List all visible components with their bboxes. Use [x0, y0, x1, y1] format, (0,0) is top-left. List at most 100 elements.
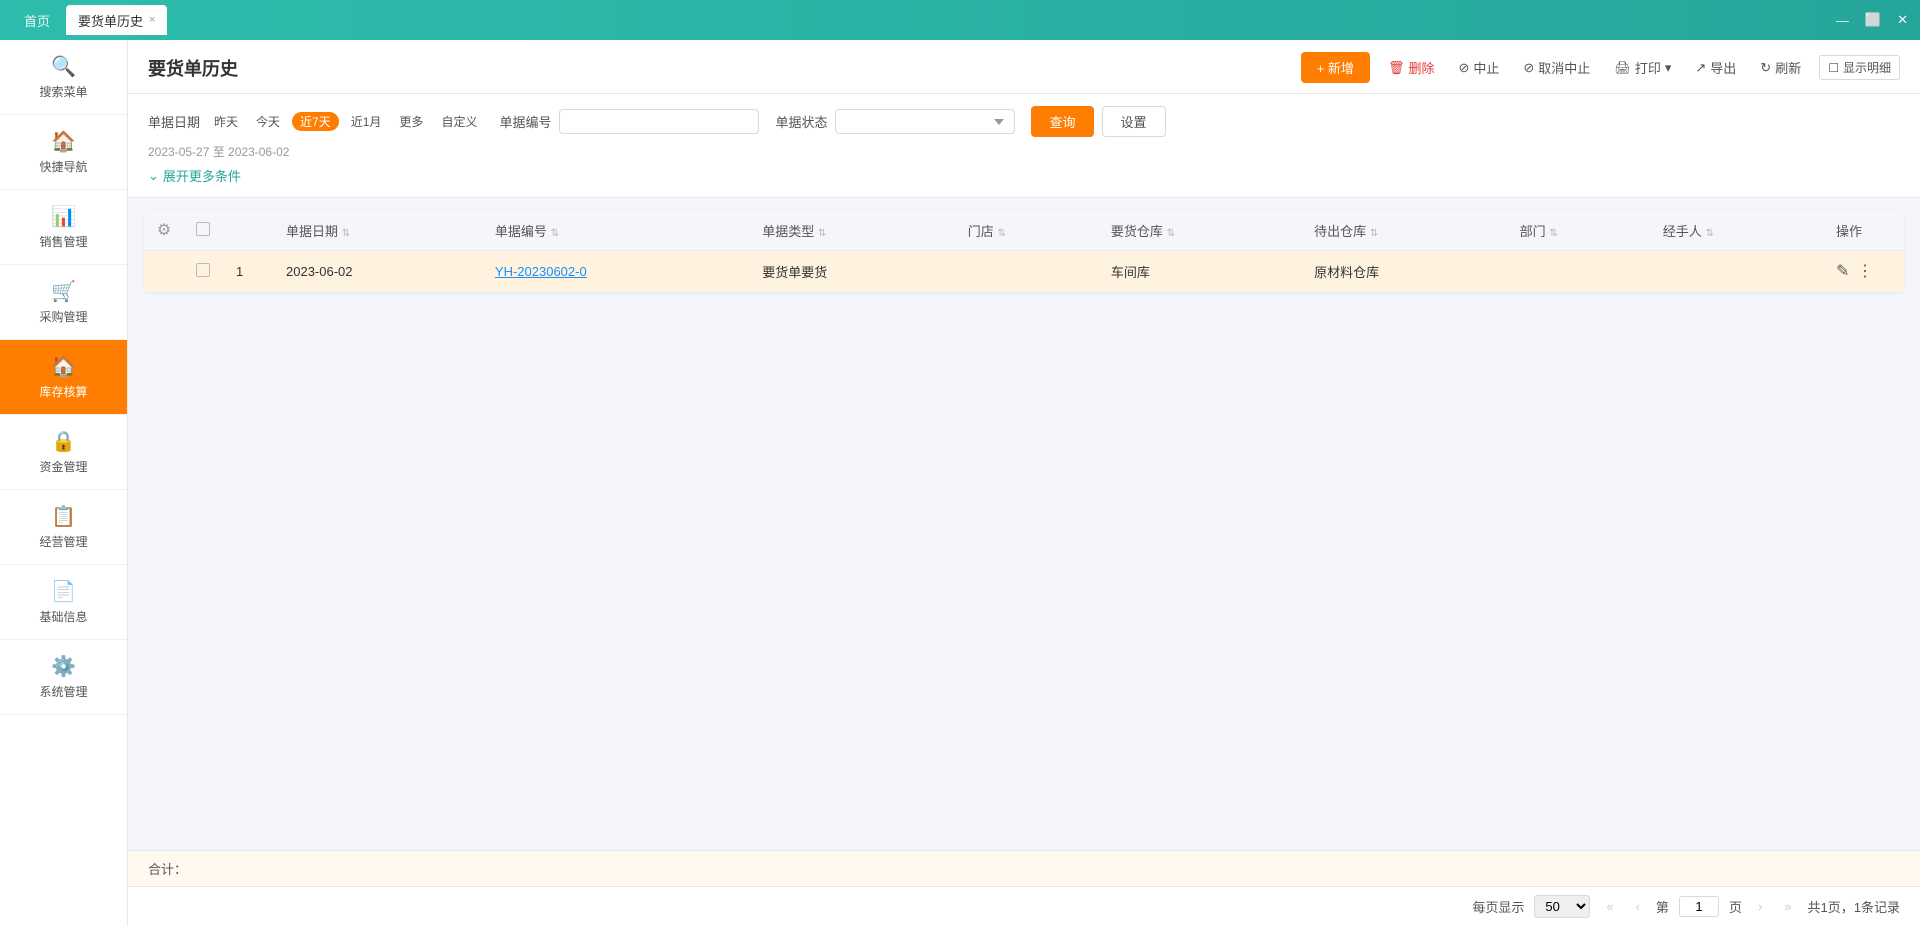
search-icon: 🔍: [51, 54, 76, 79]
th-handler[interactable]: 经手人 ⇅: [1651, 210, 1824, 251]
per-page-select[interactable]: 50 10 20 100: [1534, 895, 1590, 918]
sidebar-label-search: 搜索菜单: [39, 83, 87, 100]
th-num: [224, 210, 274, 251]
table-row: 1 2023-06-02 YH-20230602-0 要货单要货 车间库 原材料…: [144, 251, 1904, 292]
display-detail-label: 显示明细: [1843, 59, 1891, 76]
export-label: 导出: [1710, 58, 1736, 77]
sidebar-item-operations[interactable]: 📋 经营管理: [0, 490, 127, 565]
sort-store-icon: ⇅: [997, 228, 1005, 239]
cancel-stop-icon: ⊘: [1523, 60, 1534, 76]
print-button[interactable]: 🖨 打印 ▾: [1608, 54, 1677, 81]
bill-no-link[interactable]: YH-20230602-0: [495, 264, 587, 279]
query-button[interactable]: 查询: [1031, 106, 1093, 137]
table-container: ⚙ 单据日期 ⇅ 单据编号 ⇅: [128, 198, 1920, 850]
cell-bill-type: 要货单要货: [750, 251, 955, 292]
sidebar-item-system[interactable]: ⚙️ 系统管理: [0, 640, 127, 715]
new-button[interactable]: + 新增: [1301, 52, 1370, 83]
row-checkbox[interactable]: [196, 263, 210, 277]
page-input[interactable]: [1679, 896, 1719, 917]
sidebar-label-purchase: 采购管理: [39, 308, 87, 325]
footer-bar: 合计：: [128, 850, 1920, 886]
th-store[interactable]: 门店 ⇅: [956, 210, 1099, 251]
sidebar-item-sales[interactable]: 📊 销售管理: [0, 190, 127, 265]
th-date[interactable]: 单据日期 ⇅: [274, 210, 483, 251]
restore-btn[interactable]: ⬜: [1865, 12, 1881, 28]
bill-status-select[interactable]: [835, 109, 1015, 134]
finance-icon: 🔒: [51, 429, 76, 454]
window-controls: — ⬜ ✕: [1836, 12, 1908, 28]
date-filter-group: 单据日期 昨天 今天 近7天 近1月 更多 自定义: [148, 112, 483, 131]
more-op-btn[interactable]: ⋮: [1857, 263, 1873, 280]
sidebar-item-shortcut[interactable]: 🏠 快捷导航: [0, 115, 127, 190]
last-page-btn[interactable]: »: [1778, 897, 1797, 916]
cell-store: [956, 251, 1099, 292]
sidebar-item-finance[interactable]: 🔒 资金管理: [0, 415, 127, 490]
select-all-checkbox[interactable]: [196, 222, 210, 236]
sidebar-label-shortcut: 快捷导航: [39, 158, 87, 175]
sidebar-item-purchase[interactable]: 🛒 采购管理: [0, 265, 127, 340]
system-icon: ⚙️: [51, 654, 76, 679]
bill-date-label: 单据日期: [148, 112, 200, 131]
stop-button[interactable]: ⊘ 中止: [1452, 54, 1505, 81]
setting-button[interactable]: 设置: [1102, 106, 1166, 137]
sort-req-wh-icon: ⇅: [1167, 228, 1175, 239]
content-area: 要货单历史 + 新增 🗑 删除 ⊘ 中止 ⊘ 取消中止: [128, 40, 1920, 926]
date-btn-yesterday[interactable]: 昨天: [208, 112, 244, 131]
sort-handler-icon: ⇅: [1705, 228, 1713, 239]
sidebar-item-inventory[interactable]: 🏠 库存核算: [0, 340, 127, 415]
sidebar-label-sales: 销售管理: [39, 233, 87, 250]
next-page-btn[interactable]: ›: [1752, 897, 1768, 916]
th-bill-no[interactable]: 单据编号 ⇅: [483, 210, 750, 251]
th-bill-type[interactable]: 单据类型 ⇅: [750, 210, 955, 251]
first-page-btn[interactable]: «: [1600, 897, 1619, 916]
delete-button[interactable]: 🗑 删除: [1382, 54, 1441, 81]
tab-home[interactable]: 首页: [12, 5, 62, 35]
print-label: 打印: [1635, 58, 1661, 77]
date-btn-1month[interactable]: 近1月: [345, 112, 388, 131]
date-btn-today[interactable]: 今天: [250, 112, 286, 131]
stop-icon: ⊘: [1458, 60, 1469, 76]
table-header-row: ⚙ 单据日期 ⇅ 单据编号 ⇅: [144, 210, 1904, 251]
bill-no-input[interactable]: [559, 109, 759, 134]
action-buttons: 查询 设置: [1031, 106, 1165, 137]
edit-op-btn[interactable]: ✎: [1836, 263, 1849, 280]
date-btn-custom[interactable]: 自定义: [435, 112, 483, 131]
close-tab-icon[interactable]: ×: [149, 14, 155, 26]
th-settings[interactable]: ⚙: [144, 210, 184, 251]
close-btn[interactable]: ✕: [1897, 12, 1908, 28]
sales-icon: 📊: [51, 204, 76, 229]
refresh-label: 刷新: [1775, 58, 1801, 77]
print-chevron-icon: ▾: [1665, 60, 1672, 76]
tab-history[interactable]: 要货单历史 ×: [66, 5, 167, 35]
th-checkbox[interactable]: [184, 210, 224, 251]
delete-icon: 🗑: [1388, 60, 1405, 76]
date-btn-7days[interactable]: 近7天: [292, 112, 339, 131]
display-detail-button[interactable]: ☐ 显示明细: [1819, 55, 1900, 80]
page-suffix: 页: [1729, 897, 1742, 916]
sidebar-label-operations: 经营管理: [39, 533, 87, 550]
th-department[interactable]: 部门 ⇅: [1508, 210, 1651, 251]
export-button[interactable]: ↗ 导出: [1689, 54, 1742, 81]
top-bar: 首页 要货单历史 × — ⬜ ✕: [0, 0, 1920, 40]
date-btn-more[interactable]: 更多: [393, 112, 429, 131]
bill-no-filter-group: 单据编号: [499, 109, 759, 134]
gear-settings-icon[interactable]: ⚙: [156, 220, 172, 240]
expand-more-btn[interactable]: ⌄ 展开更多条件: [148, 166, 1900, 185]
filter-bar: 单据日期 昨天 今天 近7天 近1月 更多 自定义 单据编号 单据状态: [128, 94, 1920, 198]
th-pending-warehouse[interactable]: 待出仓库 ⇅: [1302, 210, 1507, 251]
filter-row-1: 单据日期 昨天 今天 近7天 近1月 更多 自定义 单据编号 单据状态: [148, 106, 1900, 137]
sidebar-item-search[interactable]: 🔍 搜索菜单: [0, 40, 127, 115]
sidebar-item-basic[interactable]: 📄 基础信息: [0, 565, 127, 640]
cancel-stop-button[interactable]: ⊘ 取消中止: [1517, 54, 1596, 81]
display-detail-checkbox: ☐: [1828, 61, 1839, 75]
refresh-button[interactable]: ↻ 刷新: [1754, 54, 1807, 81]
cell-department: [1508, 251, 1651, 292]
cell-bill-no[interactable]: YH-20230602-0: [483, 251, 750, 292]
date-range-text: 2023-05-27 至 2023-06-02: [148, 143, 289, 160]
minimize-btn[interactable]: —: [1836, 13, 1849, 28]
sort-date-icon: ⇅: [342, 228, 350, 239]
cell-checkbox[interactable]: [184, 251, 224, 292]
th-req-warehouse[interactable]: 要货仓库 ⇅: [1099, 210, 1302, 251]
sidebar-label-system: 系统管理: [39, 683, 87, 700]
prev-page-btn[interactable]: ‹: [1630, 897, 1646, 916]
